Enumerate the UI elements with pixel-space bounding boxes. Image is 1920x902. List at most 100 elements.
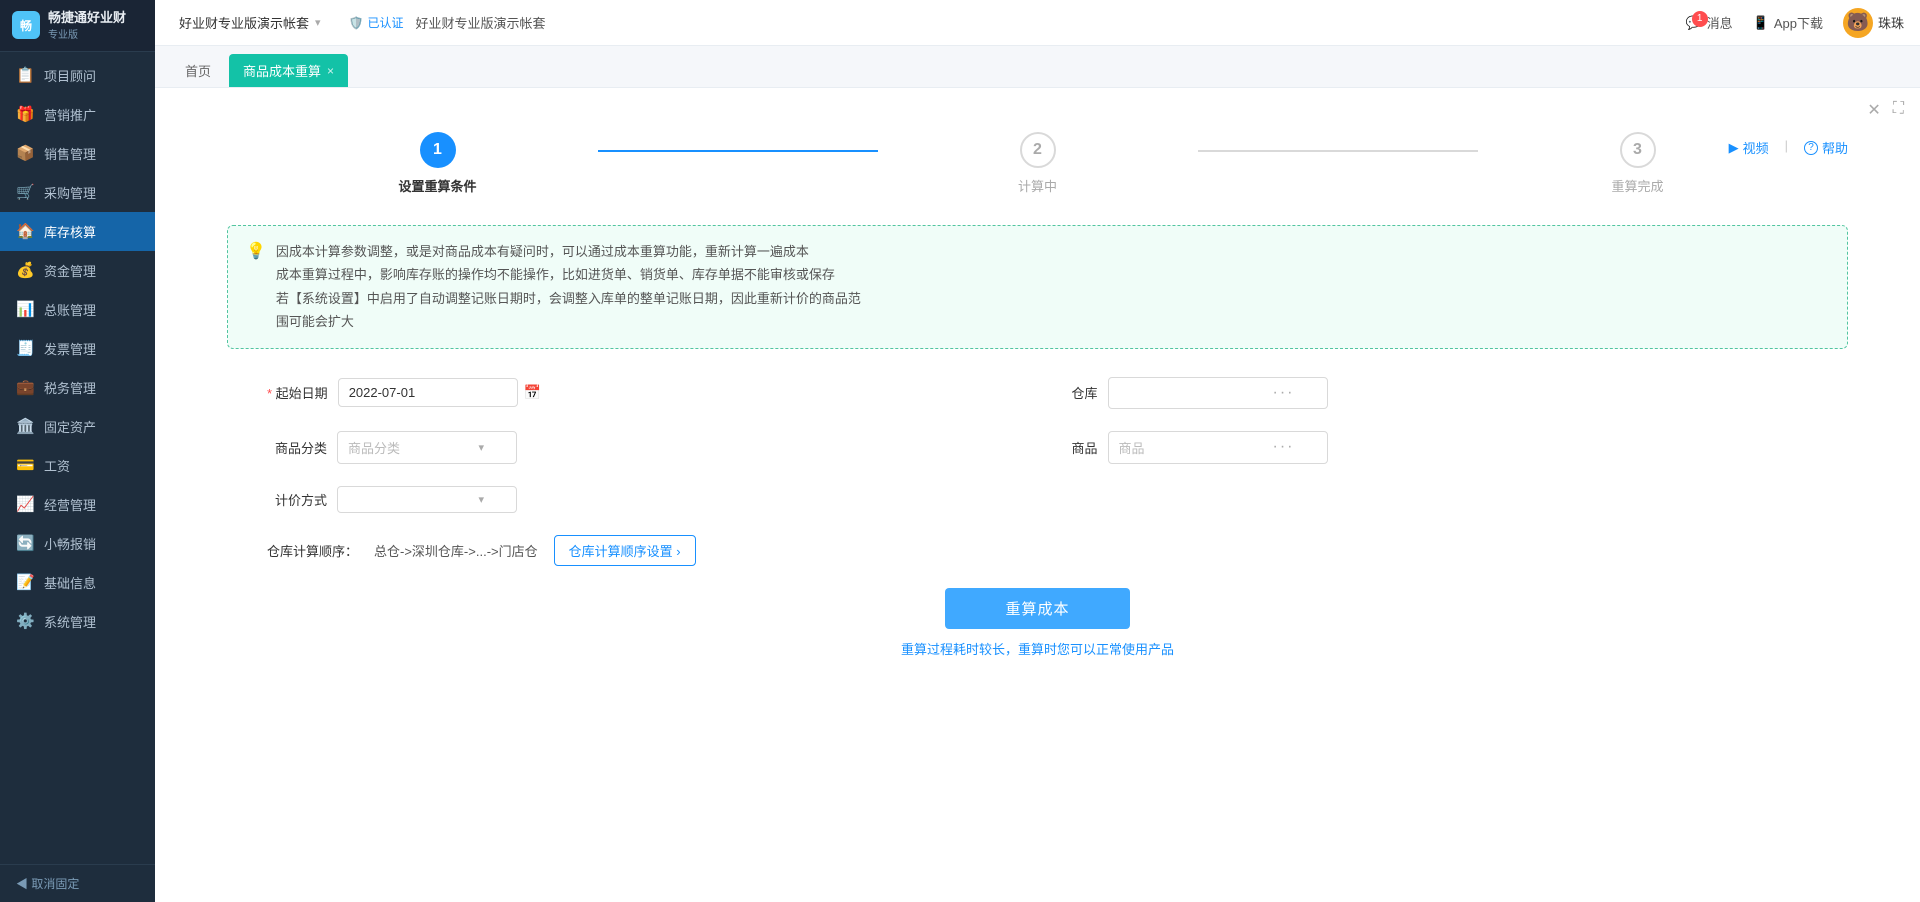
help-label: 帮助 — [1822, 138, 1848, 157]
sidebar-nav: 📋 项目顾问 🎁 营销推广 📦 销售管理 🛒 采购管理 🏠 库存核算 💰 资金管… — [0, 52, 155, 864]
pricing-label: 计价方式 — [267, 490, 327, 509]
sidebar-item-operations[interactable]: 📈 经营管理 — [0, 485, 155, 524]
start-date-input-wrapper: 📅 — [338, 378, 541, 407]
message-badge-container: 💬 1 — [1685, 15, 1701, 31]
purchase-icon: 🛒 — [16, 183, 34, 201]
sidebar-item-purchase[interactable]: 🛒 采购管理 — [0, 173, 155, 212]
marketing-icon: 🎁 — [16, 105, 34, 123]
topbar-right: 💬 1 消息 📱 App下载 🐻 珠珠 — [1685, 8, 1904, 38]
steps-progress: 1 设置重算条件 2 计算中 3 重算完成 ▶ 视 — [187, 112, 1888, 225]
sidebar-item-inventory[interactable]: 🏠 库存核算 — [0, 212, 155, 251]
sidebar-item-inventory-label: 库存核算 — [44, 222, 96, 241]
recalc-area: 重算成本 重算过程耗时较长，重算时您可以正常使用产品 — [187, 588, 1888, 658]
sidebar-item-salary[interactable]: 💳 工资 — [0, 446, 155, 485]
sidebar-item-tax[interactable]: 💼 税务管理 — [0, 368, 155, 407]
sidebar-item-operations-label: 经营管理 — [44, 495, 96, 514]
step-1: 1 设置重算条件 — [278, 132, 598, 195]
recalc-btn-label: 重算成本 — [1005, 601, 1069, 618]
sidebar-item-finance[interactable]: 💰 资金管理 — [0, 251, 155, 290]
inventory-icon: 🏠 — [16, 222, 34, 240]
sidebar-item-accounting-label: 总账管理 — [44, 300, 96, 319]
account-display-name: 好业财专业版演示帐套 — [416, 13, 546, 32]
sidebar-item-system-label: 系统管理 — [44, 612, 96, 631]
form-area: 起始日期 📅 仓库 ··· 商品分类 — [187, 377, 1888, 566]
sidebar-item-purchase-label: 采购管理 — [44, 183, 96, 202]
tab-home[interactable]: 首页 — [171, 54, 225, 87]
warehouse-group: 仓库 ··· — [1038, 377, 1809, 409]
sidebar-item-accounting[interactable]: 📊 总账管理 — [0, 290, 155, 329]
pricing-select[interactable]: ▾ — [337, 486, 517, 513]
sidebar-edition: 专业版 — [48, 26, 126, 41]
start-date-label: 起始日期 — [267, 383, 328, 402]
recalc-button[interactable]: 重算成本 — [945, 588, 1129, 629]
tabbar: 首页 商品成本重算 × — [155, 46, 1920, 88]
start-date-input[interactable] — [338, 378, 518, 407]
step-3-number: 3 — [1633, 141, 1642, 159]
message-label: 消息 — [1707, 13, 1733, 32]
sidebar-item-invoice[interactable]: 🧾 发票管理 — [0, 329, 155, 368]
sidebar-item-project[interactable]: 📋 项目顾问 — [0, 56, 155, 95]
topbar: 好业财专业版演示帐套 ▾ 🛡️ 已认证 好业财专业版演示帐套 💬 1 消息 📱 … — [155, 0, 1920, 46]
help-links: ▶ 视频 | ? 帮助 — [1729, 138, 1848, 157]
project-icon: 📋 — [16, 66, 34, 84]
sidebar-item-marketing[interactable]: 🎁 营销推广 — [0, 95, 155, 134]
step-line-1 — [598, 150, 878, 152]
account-selector-text: 好业财专业版演示帐套 — [179, 13, 309, 32]
sidebar-logo: 畅 — [12, 11, 40, 39]
account-selector[interactable]: 好业财专业版演示帐套 ▾ — [171, 9, 329, 36]
sidebar-item-marketing-label: 营销推广 — [44, 105, 96, 124]
sidebar-item-expense[interactable]: 🔄 小畅报销 — [0, 524, 155, 563]
operations-icon: 📈 — [16, 495, 34, 513]
salary-icon: 💳 — [16, 456, 34, 474]
sidebar-item-salary-label: 工资 — [44, 456, 70, 475]
verified-text: 已认证 — [368, 14, 404, 31]
user-profile[interactable]: 🐻 珠珠 — [1843, 8, 1904, 38]
sidebar-item-project-label: 项目顾问 — [44, 66, 96, 85]
calendar-icon[interactable]: 📅 — [524, 384, 541, 401]
pricing-group: 计价方式 ▾ — [267, 486, 1808, 513]
goods-select[interactable]: 商品 ··· — [1108, 431, 1328, 464]
verified-badge: 🛡️ 已认证 — [349, 14, 404, 31]
sidebar-item-assets[interactable]: 🏛️ 固定资产 — [0, 407, 155, 446]
tab-cost-recalc[interactable]: 商品成本重算 × — [229, 54, 348, 87]
video-help-label: 视频 — [1743, 138, 1769, 157]
warehouse-dots-icon[interactable]: ··· — [1273, 384, 1295, 402]
info-box: 💡 因成本计算参数调整，或是对商品成本有疑问时，可以通过成本重算功能，重新计算一… — [227, 225, 1848, 349]
sidebar-item-sales-label: 销售管理 — [44, 144, 96, 163]
step-1-label: 设置重算条件 — [398, 176, 476, 195]
form-row-2: 商品分类 商品分类 ▾ 商品 商品 ··· — [267, 431, 1808, 464]
phone-icon: 📱 — [1753, 15, 1769, 31]
message-button[interactable]: 💬 1 消息 — [1685, 13, 1732, 32]
dropdown-icon: ▾ — [315, 16, 321, 29]
start-date-group: 起始日期 📅 — [267, 378, 1038, 407]
warehouse-select[interactable]: ··· — [1108, 377, 1328, 409]
goods-placeholder: 商品 — [1119, 438, 1145, 457]
goods-dots-icon[interactable]: ··· — [1273, 438, 1295, 456]
category-placeholder: 商品分类 — [348, 438, 400, 457]
sidebar-pin-toggle[interactable]: ◀ 取消固定 — [0, 864, 155, 902]
warehouse-order-label: 仓库计算顺序： — [267, 541, 358, 560]
expand-window-button[interactable]: ⛶ — [1893, 100, 1904, 120]
sidebar-item-expense-label: 小畅报销 — [44, 534, 96, 553]
assets-icon: 🏛️ — [16, 417, 34, 435]
category-select[interactable]: 商品分类 ▾ — [337, 431, 517, 464]
sidebar-item-basic-label: 基础信息 — [44, 573, 96, 592]
accounting-icon: 📊 — [16, 300, 34, 318]
step-2: 2 计算中 — [878, 132, 1198, 195]
help-link[interactable]: ? 帮助 — [1804, 138, 1848, 157]
form-row-1: 起始日期 📅 仓库 ··· — [267, 377, 1808, 409]
tab-close-icon[interactable]: × — [327, 64, 334, 78]
sidebar-item-finance-label: 资金管理 — [44, 261, 96, 280]
info-line-3: 若【系统设置】中启用了自动调整记账日期时，会调整入库单的整单记账日期，因此重新计… — [276, 287, 861, 310]
app-download-button[interactable]: 📱 App下载 — [1753, 13, 1823, 32]
pin-toggle-label: ◀ 取消固定 — [16, 875, 79, 892]
sidebar-item-sales[interactable]: 📦 销售管理 — [0, 134, 155, 173]
category-label: 商品分类 — [267, 438, 327, 457]
warehouse-order-setting-button[interactable]: 仓库计算顺序设置 › — [554, 535, 696, 566]
step-2-circle: 2 — [1020, 132, 1056, 168]
shield-icon: 🛡️ — [349, 16, 364, 30]
sidebar-item-basic[interactable]: 📝 基础信息 — [0, 563, 155, 602]
help-circle-icon: ? — [1804, 141, 1818, 155]
sidebar-item-system[interactable]: ⚙️ 系统管理 — [0, 602, 155, 641]
video-help-link[interactable]: ▶ 视频 — [1729, 138, 1769, 157]
